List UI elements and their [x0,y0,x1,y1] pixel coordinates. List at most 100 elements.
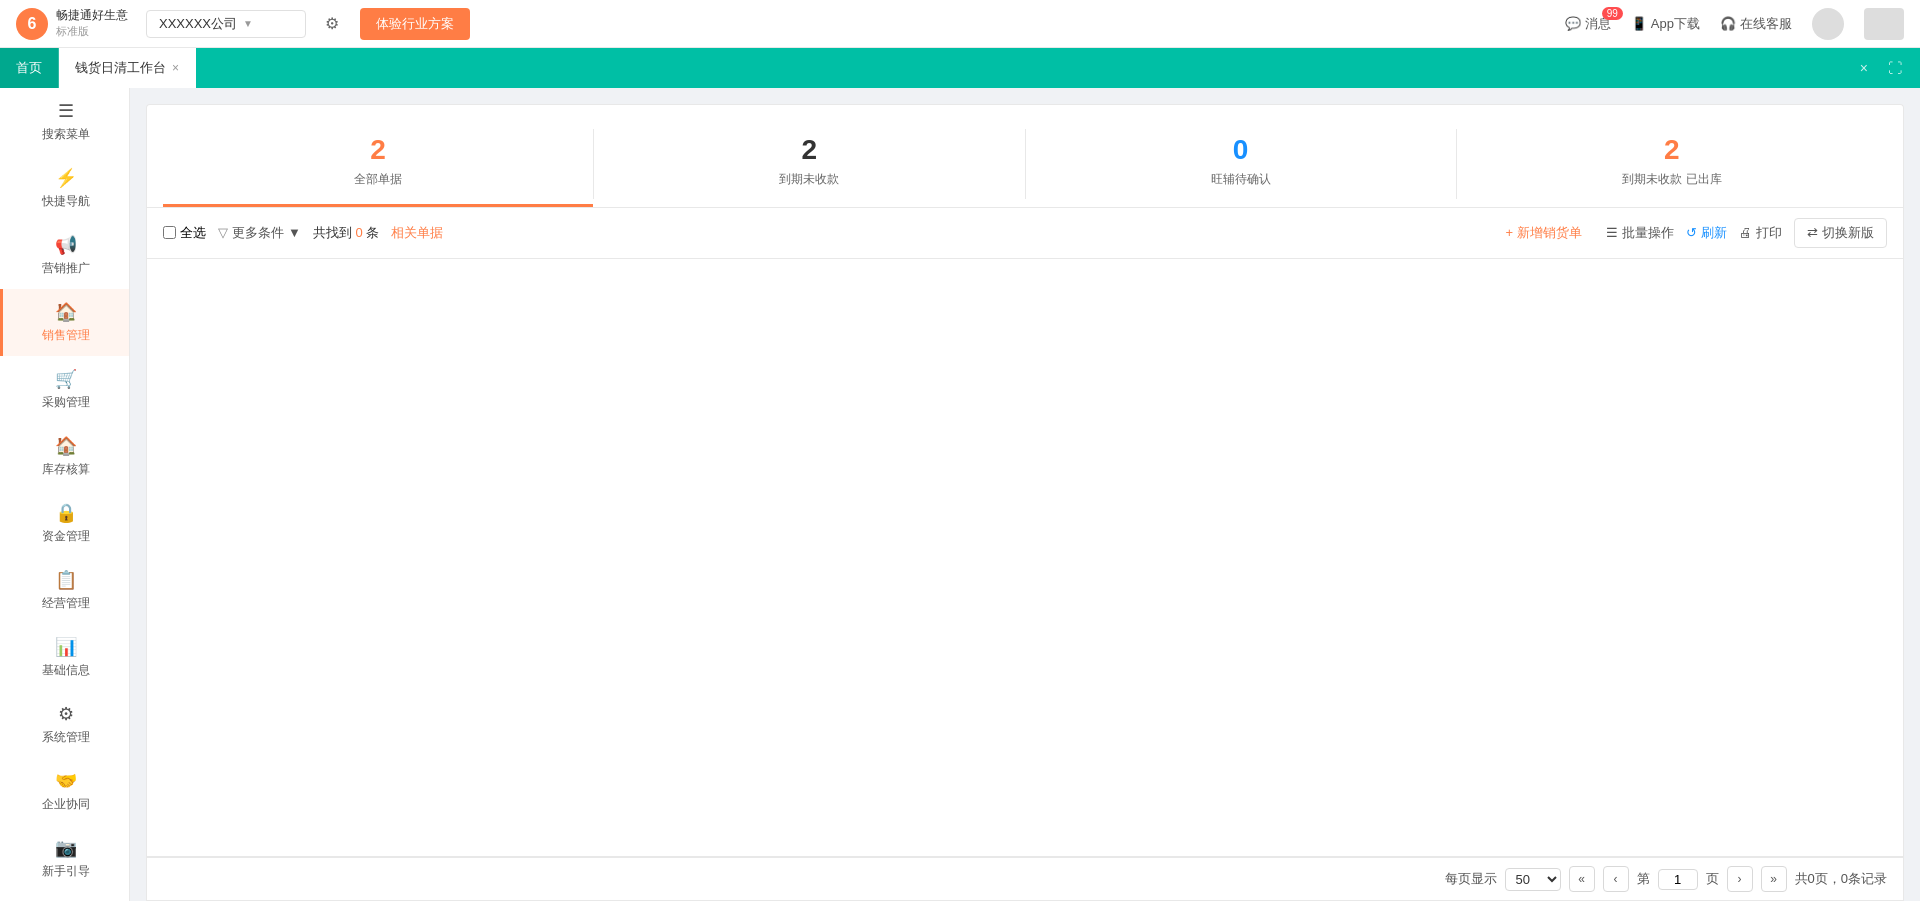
tab-workspace[interactable]: 钱货日清工作台 × [59,48,196,88]
pagination-bar: 每页显示 50 100 200 « ‹ 第 页 › » 共0页，0条记录 [146,857,1904,901]
sidebar-item-inventory[interactable]: 🏠 库存核算 [0,423,129,490]
marketing-icon: 📢 [55,234,77,256]
batch-icon: ☰ [1606,225,1618,240]
company-selector[interactable]: XXXXXX公司 ▼ [146,10,306,38]
company-dropdown-arrow: ▼ [243,18,253,29]
sidebar-item-system[interactable]: ⚙ 系统管理 [0,691,129,758]
print-button[interactable]: 🖨 打印 [1739,224,1782,242]
online-service-button[interactable]: 🎧 在线客服 [1720,15,1792,33]
select-all-label: 全选 [180,224,206,242]
batch-operations-button[interactable]: ☰ 批量操作 [1606,224,1674,242]
message-badge: 99 [1602,7,1623,20]
stat-card-all[interactable]: 2 全部单据 [163,121,593,207]
guide-icon: 📷 [55,837,77,859]
sidebar-item-app-center[interactable]: 📦 应用中心 [0,892,129,901]
add-sales-order-button[interactable]: + 新增销货单 [1493,219,1594,247]
per-page-label: 每页显示 [1445,870,1497,888]
tab-home[interactable]: 首页 [0,48,59,88]
found-prefix: 共找到 [313,225,352,240]
stat-label-wangwang: 旺辅待确认 [1046,171,1436,188]
company-name: XXXXXX公司 [159,15,237,33]
sidebar-item-quick-nav-label: 快捷导航 [42,193,90,210]
prev-page-button[interactable]: ‹ [1603,866,1629,892]
user-avatar[interactable] [1812,8,1844,40]
next-page-button[interactable]: › [1727,866,1753,892]
sidebar-item-basic-info-label: 基础信息 [42,662,90,679]
found-count: 0 [356,225,363,240]
sidebar-item-sales[interactable]: 🏠 销售管理 [0,289,129,356]
basic-info-icon: 📊 [55,636,77,658]
app-download-label: App下载 [1651,15,1700,33]
settings-button[interactable]: ⚙ [316,8,348,40]
message-button[interactable]: 💬 消息 99 [1565,15,1611,33]
select-all-input[interactable] [163,226,176,239]
table-area [146,259,1904,857]
sidebar-item-purchase[interactable]: 🛒 采购管理 [0,356,129,423]
tab-close-icon[interactable]: × [172,61,179,75]
sidebar-item-guide[interactable]: 📷 新手引导 [0,825,129,892]
sidebar-item-search-menu-label: 搜索菜单 [42,126,90,143]
main-layout: ☰ 搜索菜单 ⚡ 快捷导航 📢 营销推广 🏠 销售管理 🛒 采购管理 🏠 库存核… [0,88,1920,901]
switch-version-button[interactable]: ⇄ 切换新版 [1794,218,1887,248]
stat-card-overdue[interactable]: 2 到期未收款 [594,121,1024,207]
select-all-checkbox[interactable]: 全选 [163,224,206,242]
refresh-icon: ↺ [1686,225,1697,240]
found-unit: 条 [366,225,379,240]
sidebar-item-operations-label: 经营管理 [42,595,90,612]
print-icon: 🖨 [1739,225,1752,240]
stat-num-shipped: 2 [1477,133,1867,167]
stat-num-all: 2 [183,133,573,167]
filter-label: 更多条件 [232,224,284,242]
logo-area: 6 畅捷通好生意 标准版 [16,7,146,39]
stat-num-wangwang: 0 [1046,133,1436,167]
sidebar-item-finance[interactable]: 🔒 资金管理 [0,490,129,557]
sidebar-item-search-menu[interactable]: ☰ 搜索菜单 [0,88,129,155]
tab-close-window-button[interactable]: × [1854,56,1874,80]
sales-icon: 🏠 [55,301,77,323]
quick-nav-icon: ⚡ [55,167,77,189]
toolbar-left: 全选 ▽ 更多条件 ▼ 共找到 0 条 相关单据 [163,224,1481,242]
sidebar-item-inventory-label: 库存核算 [42,461,90,478]
experience-industry-button[interactable]: 体验行业方案 [360,8,470,40]
logo-icon: 6 [16,8,48,40]
tab-workspace-label: 钱货日清工作台 [75,59,166,77]
sidebar-item-operations[interactable]: 📋 经营管理 [0,557,129,624]
user-name-area[interactable] [1864,8,1904,40]
sidebar-item-basic-info[interactable]: 📊 基础信息 [0,624,129,691]
total-records-label: 共0页，0条记录 [1795,870,1887,888]
per-page-select[interactable]: 50 100 200 [1505,868,1561,891]
related-docs-link[interactable]: 相关单据 [391,224,443,242]
logo-text: 畅捷通好生意 标准版 [56,7,128,39]
gear-icon: ⚙ [325,14,339,33]
page-number-input[interactable] [1658,869,1698,890]
sidebar-item-marketing[interactable]: 📢 营销推广 [0,222,129,289]
sidebar-item-sales-label: 销售管理 [42,327,90,344]
refresh-button[interactable]: ↺ 刷新 [1686,224,1727,242]
sidebar-item-cooperation[interactable]: 🤝 企业协同 [0,758,129,825]
sidebar-item-quick-nav[interactable]: ⚡ 快捷导航 [0,155,129,222]
stat-num-overdue: 2 [614,133,1004,167]
sidebar: ☰ 搜索菜单 ⚡ 快捷导航 📢 营销推广 🏠 销售管理 🛒 采购管理 🏠 库存核… [0,88,130,901]
refresh-label: 刷新 [1701,224,1727,242]
finance-icon: 🔒 [55,502,77,524]
filter-button[interactable]: ▽ 更多条件 ▼ [218,224,301,242]
operations-icon: 📋 [55,569,77,591]
sidebar-item-marketing-label: 营销推广 [42,260,90,277]
app-download-button[interactable]: 📱 App下载 [1631,15,1700,33]
top-bar: 6 畅捷通好生意 标准版 XXXXXX公司 ▼ ⚙ 体验行业方案 💬 消息 99… [0,0,1920,48]
add-icon: + [1505,225,1513,240]
switch-label: 切换新版 [1822,224,1874,242]
tab-home-label: 首页 [16,59,42,77]
stat-card-shipped[interactable]: 2 到期未收款 已出库 [1457,121,1887,207]
sidebar-item-system-label: 系统管理 [42,729,90,746]
search-menu-icon: ☰ [58,100,74,122]
top-bar-right: 💬 消息 99 📱 App下载 🎧 在线客服 [1565,8,1904,40]
toolbar: 全选 ▽ 更多条件 ▼ 共找到 0 条 相关单据 + 新增销货单 [146,207,1904,259]
tab-bar: 首页 钱货日清工作台 × × ⛶ [0,48,1920,88]
stat-card-wangwang[interactable]: 0 旺辅待确认 [1026,121,1456,207]
tab-expand-button[interactable]: ⛶ [1882,56,1908,80]
first-page-button[interactable]: « [1569,866,1595,892]
print-label: 打印 [1756,224,1782,242]
stats-row: 2 全部单据 2 到期未收款 0 旺辅待确认 2 到期未收款 已出库 [146,104,1904,207]
last-page-button[interactable]: » [1761,866,1787,892]
